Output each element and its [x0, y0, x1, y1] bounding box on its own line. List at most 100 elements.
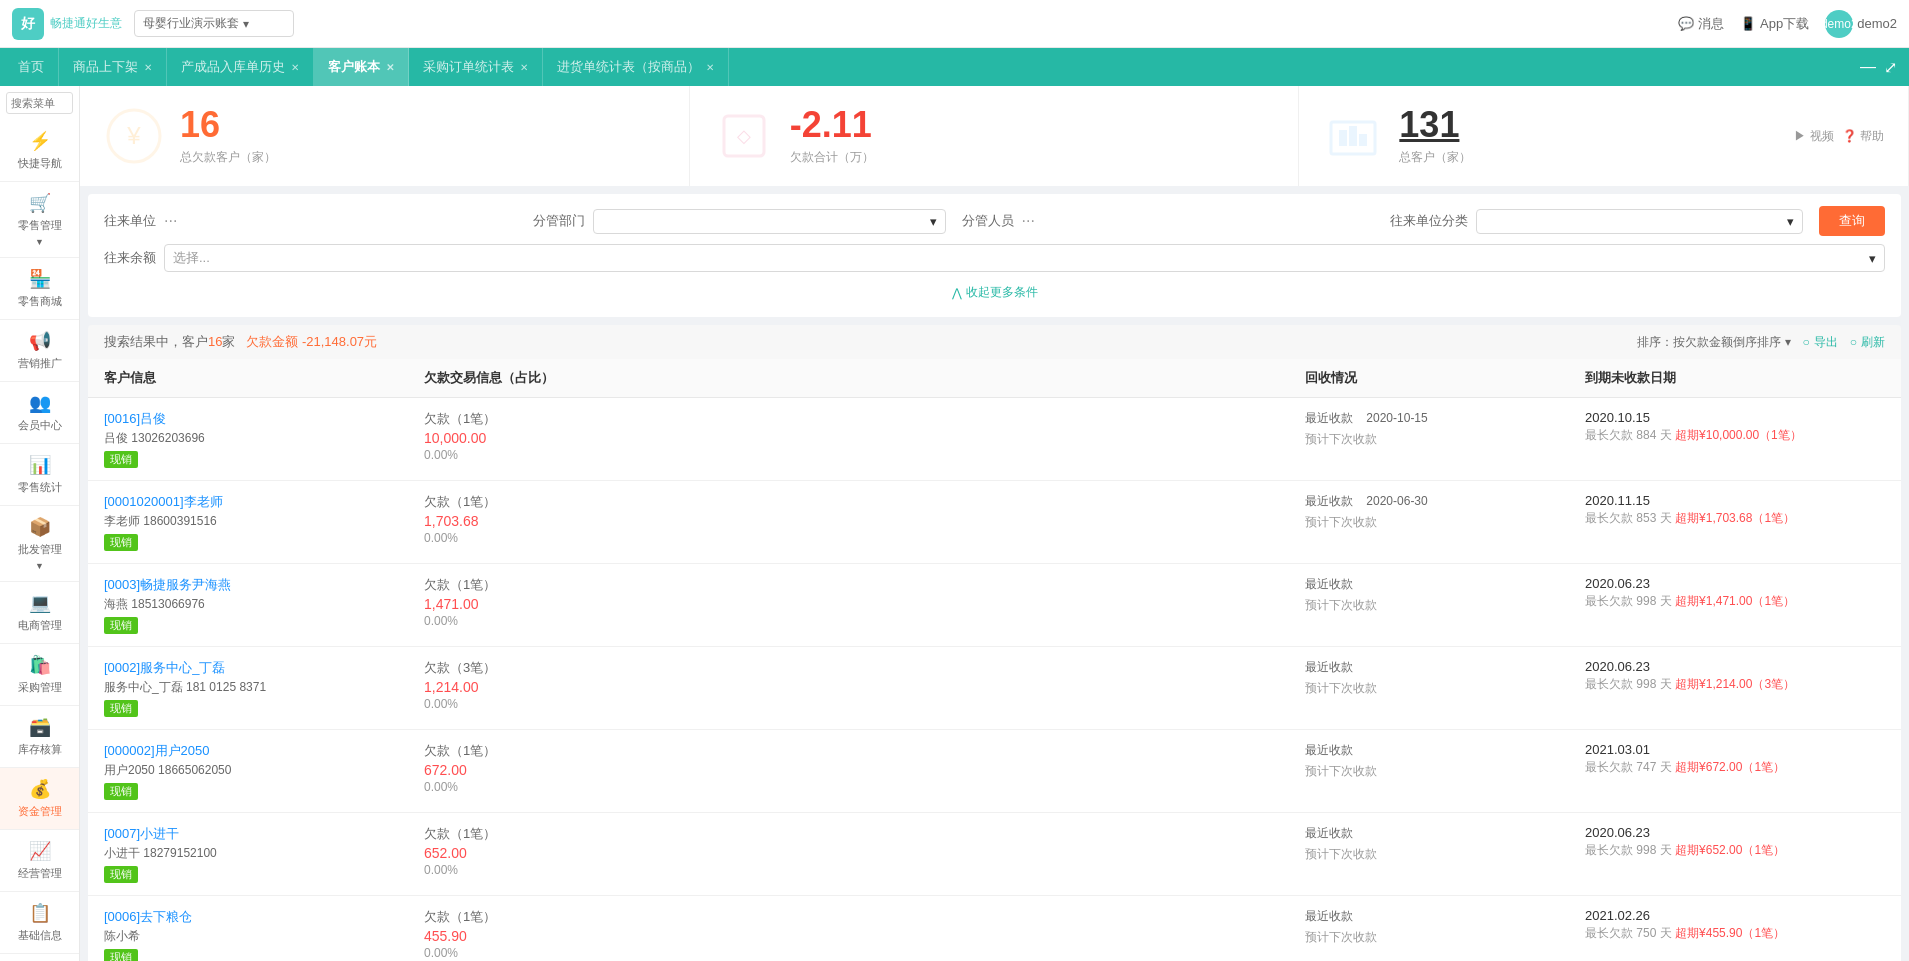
debt-info: 欠款（1笔） 652.00 0.00% [424, 825, 1305, 877]
overdue-amount-link[interactable]: 超期¥1,214.00（3笔） [1675, 677, 1795, 691]
sidebar-item-purchase[interactable]: 🛍️ 采购管理 [0, 644, 79, 706]
tab-customer[interactable]: 客户账本 ✕ [314, 48, 409, 86]
sort-select[interactable]: 排序：按欠款金额倒序排序 ▾ [1637, 334, 1791, 351]
next-receipt: 预计下次收款 [1305, 514, 1585, 531]
sidebar-item-label: 快捷导航 [18, 156, 62, 171]
customer-name-link[interactable]: [0003]畅捷服务尹海燕 [104, 577, 231, 592]
sidebar-item-inventory[interactable]: 🗃️ 库存核算 [0, 706, 79, 768]
chevron-down-icon: ▾ [243, 17, 249, 31]
customer-name-link[interactable]: [0001020001]李老师 [104, 494, 223, 509]
tab-inventory[interactable]: 进货单统计表（按商品） ✕ [543, 48, 729, 86]
customer-tag: 现销 [104, 866, 138, 883]
due-overdue: 最长欠款 998 天 超期¥1,471.00（1笔） [1585, 593, 1885, 610]
debt-amount: 672.00 [424, 762, 1305, 778]
svg-text:¥: ¥ [126, 122, 141, 149]
customer-tag: 现销 [104, 783, 138, 800]
sidebar-item-finance[interactable]: 💰 资金管理 [0, 768, 79, 830]
refresh-btn[interactable]: ○ 刷新 [1850, 334, 1885, 351]
sidebar-item-label: 电商管理 [18, 618, 62, 633]
header-due: 到期未收款日期 [1585, 369, 1885, 387]
user-profile[interactable]: demo2 demo2 [1825, 10, 1897, 38]
sidebar-item-batch-mgmt[interactable]: 📦 批发管理 ▼ [0, 506, 79, 582]
tab-products-label: 商品上下架 [73, 58, 138, 76]
overdue-amount-link[interactable]: 超期¥1,703.68（1笔） [1675, 511, 1795, 525]
overdue-amount-link[interactable]: 超期¥672.00（1笔） [1675, 760, 1785, 774]
recovery-info: 最近收款 预计下次收款 [1305, 742, 1585, 780]
export-icon: ○ [1803, 335, 1810, 349]
source-unit-input[interactable]: ··· [164, 212, 177, 230]
search-input[interactable] [6, 92, 73, 114]
app-download-btn[interactable]: 📱 App下载 [1740, 15, 1809, 33]
view-btn[interactable]: ▶ 视频 [1794, 128, 1833, 145]
balance-select[interactable]: 选择... ▾ [164, 244, 1885, 272]
customer-name-link[interactable]: [0016]吕俊 [104, 411, 166, 426]
sidebar-item-retail-mall[interactable]: 🏪 零售商城 [0, 258, 79, 320]
marketing-icon: 📢 [29, 330, 51, 352]
close-icon[interactable]: ✕ [144, 62, 152, 73]
customer-info: [0001020001]李老师 李老师 18600391516 现销 [104, 493, 424, 551]
close-icon[interactable]: ✕ [386, 62, 394, 73]
unit-category-label: 往来单位分类 [1390, 212, 1468, 230]
source-unit-label: 往来单位 [104, 212, 156, 230]
debt-count: 欠款（1笔） [424, 576, 1305, 594]
minus-icon[interactable]: — [1860, 58, 1876, 76]
overdue-amount-link[interactable]: 超期¥10,000.00（1笔） [1675, 428, 1802, 442]
sidebar-item-label: 营销推广 [18, 356, 62, 371]
sidebar-item-basic-info[interactable]: 📋 基础信息 [0, 892, 79, 954]
basic-info-icon: 📋 [29, 902, 51, 924]
collapse-btn[interactable]: ⋀ 收起更多条件 [104, 280, 1885, 305]
phone-icon: 📱 [1740, 16, 1756, 31]
sidebar-item-retail-stats[interactable]: 📊 零售统计 [0, 444, 79, 506]
customer-name-link[interactable]: [0002]服务中心_丁磊 [104, 660, 225, 675]
search-button[interactable]: 查询 [1819, 206, 1885, 236]
close-icon[interactable]: ✕ [520, 62, 528, 73]
sidebar-item-retail-mgmt[interactable]: 🛒 零售管理 ▼ [0, 182, 79, 258]
export-btn[interactable]: ○ 导出 [1803, 334, 1838, 351]
tab-purchase[interactable]: 采购订单统计表 ✕ [409, 48, 543, 86]
overdue-amount-link[interactable]: 超期¥455.90（1笔） [1675, 926, 1785, 940]
sidebar-item-members[interactable]: 👥 会员中心 [0, 382, 79, 444]
unit-category-select[interactable]: ▾ [1476, 209, 1803, 234]
close-icon[interactable]: ✕ [706, 62, 714, 73]
batch-mgmt-icon: 📦 [29, 516, 51, 538]
customer-name-link[interactable]: [0007]小进干 [104, 826, 179, 841]
table-row: [0007]小进干 小进干 18279152100 现销 欠款（1笔） 652.… [88, 813, 1901, 896]
sidebar-item-system[interactable]: ⚙️ 系统管理 [0, 954, 79, 961]
tab-produce[interactable]: 产成品入库单历史 ✕ [167, 48, 314, 86]
due-info: 2021.03.01 最长欠款 747 天 超期¥672.00（1笔） [1585, 742, 1885, 776]
close-icon[interactable]: ✕ [291, 62, 299, 73]
debt-info: 欠款（1笔） 455.90 0.00% [424, 908, 1305, 960]
debt-percent: 0.00% [424, 863, 1305, 877]
company-selector[interactable]: 母婴行业演示账套 ▾ [134, 10, 294, 37]
retail-mall-icon: 🏪 [29, 268, 51, 290]
overdue-amount-link[interactable]: 超期¥1,471.00（1笔） [1675, 594, 1795, 608]
debt-info: 欠款（1笔） 1,703.68 0.00% [424, 493, 1305, 545]
sidebar-item-ecommerce[interactable]: 💻 电商管理 [0, 582, 79, 644]
debt-amount: 10,000.00 [424, 430, 1305, 446]
export-label: 导出 [1814, 334, 1838, 351]
debt-customers-value: 16 [180, 107, 276, 143]
customer-info: [000002]用户2050 用户2050 18665062050 现销 [104, 742, 424, 800]
table-row: [0016]吕俊 吕俊 13026203696 现销 欠款（1笔） 10,000… [88, 398, 1901, 481]
customer-name-link[interactable]: [000002]用户2050 [104, 743, 210, 758]
tab-products[interactable]: 商品上下架 ✕ [59, 48, 167, 86]
logo-area: 好 畅捷通好生意 [12, 8, 122, 40]
table-header: 客户信息 欠款交易信息（占比） 回收情况 到期未收款日期 [88, 359, 1901, 398]
recovery-info: 最近收款 2020-10-15 预计下次收款 [1305, 410, 1585, 448]
help-icon: ❓ [1842, 129, 1857, 143]
help-btn[interactable]: ❓ 帮助 [1842, 128, 1884, 145]
sidebar-item-operations[interactable]: 📈 经营管理 [0, 830, 79, 892]
expand-icon[interactable]: ⤢ [1884, 58, 1897, 77]
sidebar-item-marketing[interactable]: 📢 营销推广 [0, 320, 79, 382]
due-info: 2020.06.23 最长欠款 998 天 超期¥652.00（1笔） [1585, 825, 1885, 859]
tab-home[interactable]: 首页 [4, 48, 59, 86]
customer-name-link[interactable]: [0006]去下粮仓 [104, 909, 192, 924]
message-btn[interactable]: 💬 消息 [1678, 15, 1724, 33]
sidebar-item-quick-nav[interactable]: ⚡ 快捷导航 [0, 120, 79, 182]
customer-info: [0007]小进干 小进干 18279152100 现销 [104, 825, 424, 883]
sidebar-item-label: 基础信息 [18, 928, 62, 943]
overdue-amount-link[interactable]: 超期¥652.00（1笔） [1675, 843, 1785, 857]
customer-phone: 用户2050 18665062050 [104, 762, 424, 779]
person-input[interactable]: ··· [1022, 212, 1035, 230]
dept-select[interactable]: ▾ [593, 209, 946, 234]
